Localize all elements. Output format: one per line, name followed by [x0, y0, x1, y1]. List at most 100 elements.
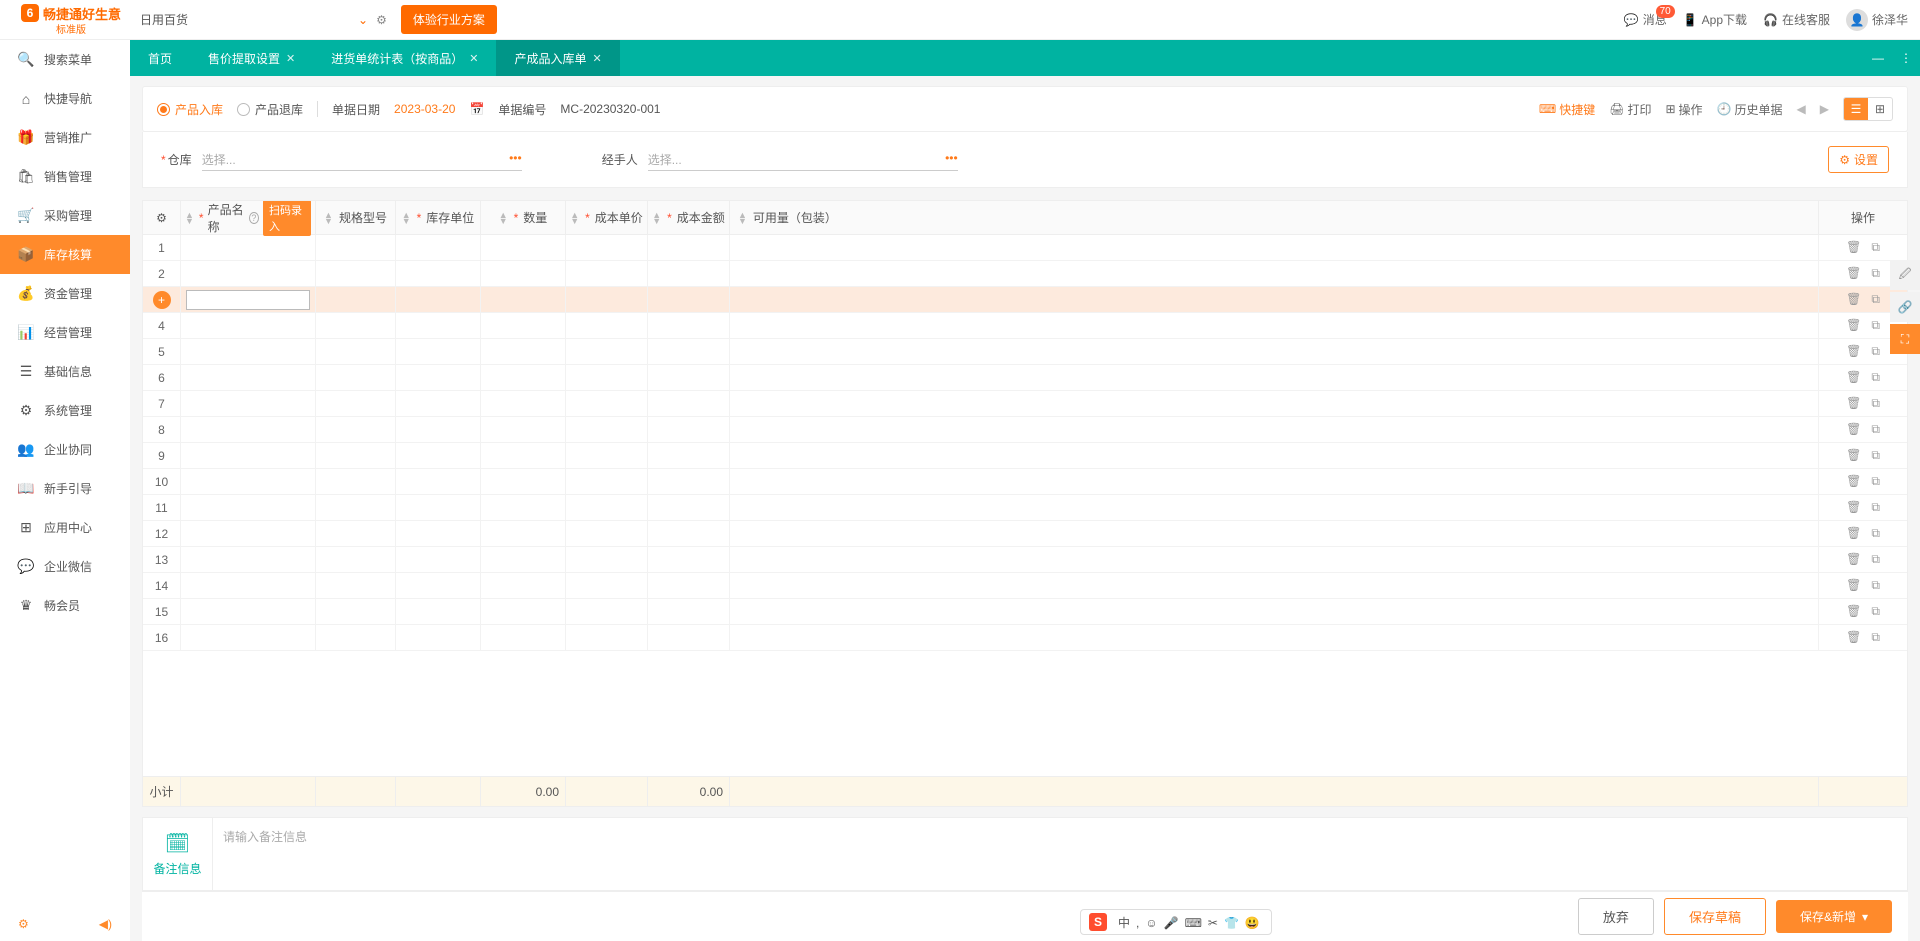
cell-qty[interactable]	[481, 443, 566, 468]
cell-spec[interactable]	[316, 495, 396, 520]
history-link[interactable]: 🕘 历史单据	[1717, 101, 1783, 118]
cell-name[interactable]	[181, 365, 316, 390]
cell-qty[interactable]	[481, 261, 566, 286]
cell-price[interactable]	[566, 391, 648, 416]
cell-qty[interactable]	[481, 495, 566, 520]
cell-available[interactable]	[730, 443, 1819, 468]
cell-qty[interactable]	[481, 313, 566, 338]
col-price[interactable]: ▲▼*成本单价	[566, 201, 648, 234]
cell-spec[interactable]	[316, 443, 396, 468]
cell-available[interactable]	[730, 339, 1819, 364]
cell-name[interactable]	[181, 287, 316, 312]
cell-name[interactable]	[181, 547, 316, 572]
cell-unit[interactable]	[396, 469, 481, 494]
cell-spec[interactable]	[316, 417, 396, 442]
view-list-button[interactable]: ☰	[1844, 98, 1868, 120]
delete-icon[interactable]: 🗑	[1846, 396, 1861, 411]
cell-unit[interactable]	[396, 365, 481, 390]
messages-link[interactable]: 💬 消息 70	[1624, 11, 1667, 28]
cell-unit[interactable]	[396, 495, 481, 520]
table-row[interactable]: 13🗑⧉	[143, 547, 1907, 573]
delete-icon[interactable]: 🗑	[1846, 448, 1861, 463]
radio-product-in[interactable]: 产品入库	[157, 101, 223, 118]
tab-1[interactable]: 售价提取设置✕	[190, 40, 313, 76]
cell-name[interactable]	[181, 469, 316, 494]
sidebar-item-7[interactable]: 📊经营管理	[0, 313, 130, 352]
copy-icon[interactable]: ⧉	[1871, 552, 1880, 567]
sidebar-item-13[interactable]: 💬企业微信	[0, 547, 130, 586]
cell-price[interactable]	[566, 417, 648, 442]
delete-icon[interactable]: 🗑	[1846, 344, 1861, 359]
delete-icon[interactable]: 🗑	[1846, 552, 1861, 567]
copy-icon[interactable]: ⧉	[1871, 396, 1880, 411]
sidebar-item-3[interactable]: 🛍销售管理	[0, 157, 130, 196]
cell-available[interactable]	[730, 391, 1819, 416]
delete-icon[interactable]: 🗑	[1846, 500, 1861, 515]
cell-qty[interactable]	[481, 521, 566, 546]
copy-icon[interactable]: ⧉	[1871, 604, 1880, 619]
prev-doc-icon[interactable]: ◀	[1797, 102, 1806, 116]
delete-icon[interactable]: 🗑	[1846, 526, 1861, 541]
copy-icon[interactable]: ⧉	[1871, 292, 1880, 307]
cell-available[interactable]	[730, 547, 1819, 572]
cell-amount[interactable]	[648, 339, 730, 364]
tab-0[interactable]: 首页	[130, 40, 190, 76]
cell-unit[interactable]	[396, 599, 481, 624]
sidebar-item-6[interactable]: 💰资金管理	[0, 274, 130, 313]
calendar-icon[interactable]: 📅	[469, 102, 484, 116]
col-product-name[interactable]: ▲▼*产品名称?扫码录入	[181, 201, 316, 234]
cell-amount[interactable]	[648, 599, 730, 624]
cell-unit[interactable]	[396, 313, 481, 338]
business-select[interactable]: 日用百货 ⌄	[140, 11, 368, 28]
tabs-menu-button[interactable]: ⋮	[1892, 44, 1920, 72]
table-row[interactable]: 16🗑⧉	[143, 625, 1907, 651]
table-row[interactable]: 5🗑⧉	[143, 339, 1907, 365]
cell-name[interactable]	[181, 573, 316, 598]
sidebar-item-12[interactable]: ⊞应用中心	[0, 508, 130, 547]
copy-icon[interactable]: ⧉	[1871, 422, 1880, 437]
table-row[interactable]: 15🗑⧉	[143, 599, 1907, 625]
copy-icon[interactable]: ⧉	[1871, 344, 1880, 359]
ime-toolbar[interactable]: S 中,☺🎤⌨✂👕😃	[1080, 909, 1272, 935]
sidebar-item-5[interactable]: 📦库存核算	[0, 235, 130, 274]
sidebar-item-9[interactable]: ⚙系统管理	[0, 391, 130, 430]
cell-available[interactable]	[730, 235, 1819, 260]
cell-amount[interactable]	[648, 287, 730, 312]
cell-amount[interactable]	[648, 391, 730, 416]
cell-unit[interactable]	[396, 339, 481, 364]
col-settings[interactable]: ⚙	[143, 201, 181, 234]
online-service-link[interactable]: 🎧 在线客服	[1763, 11, 1830, 28]
col-amount[interactable]: ▲▼*成本金额	[648, 201, 730, 234]
cell-amount[interactable]	[648, 495, 730, 520]
cell-name[interactable]	[181, 625, 316, 650]
cell-price[interactable]	[566, 287, 648, 312]
cell-qty[interactable]	[481, 547, 566, 572]
delete-icon[interactable]: 🗑	[1846, 370, 1861, 385]
col-unit[interactable]: ▲▼*库存单位	[396, 201, 481, 234]
discard-button[interactable]: 放弃	[1578, 898, 1654, 935]
copy-icon[interactable]: ⧉	[1871, 578, 1880, 593]
cell-name[interactable]	[181, 261, 316, 286]
cell-name[interactable]	[181, 313, 316, 338]
cell-unit[interactable]	[396, 235, 481, 260]
cell-price[interactable]	[566, 313, 648, 338]
delete-icon[interactable]: 🗑	[1846, 292, 1861, 307]
sidebar-item-10[interactable]: 👥企业协同	[0, 430, 130, 469]
app-download-link[interactable]: 📱 App下载	[1683, 11, 1747, 28]
tab-3[interactable]: 产成品入库单✕	[496, 40, 619, 76]
cell-amount[interactable]	[648, 313, 730, 338]
cell-amount[interactable]	[648, 365, 730, 390]
cell-spec[interactable]	[316, 261, 396, 286]
cell-qty[interactable]	[481, 391, 566, 416]
cell-available[interactable]	[730, 573, 1819, 598]
delete-icon[interactable]: 🗑	[1846, 318, 1861, 333]
warehouse-select[interactable]: 选择...•••	[202, 149, 522, 171]
cell-available[interactable]	[730, 599, 1819, 624]
cell-unit[interactable]	[396, 391, 481, 416]
cell-qty[interactable]	[481, 469, 566, 494]
cell-qty[interactable]	[481, 235, 566, 260]
cell-amount[interactable]	[648, 469, 730, 494]
cell-name[interactable]	[181, 339, 316, 364]
sidebar-item-11[interactable]: 📖新手引导	[0, 469, 130, 508]
table-row[interactable]: 11🗑⧉	[143, 495, 1907, 521]
